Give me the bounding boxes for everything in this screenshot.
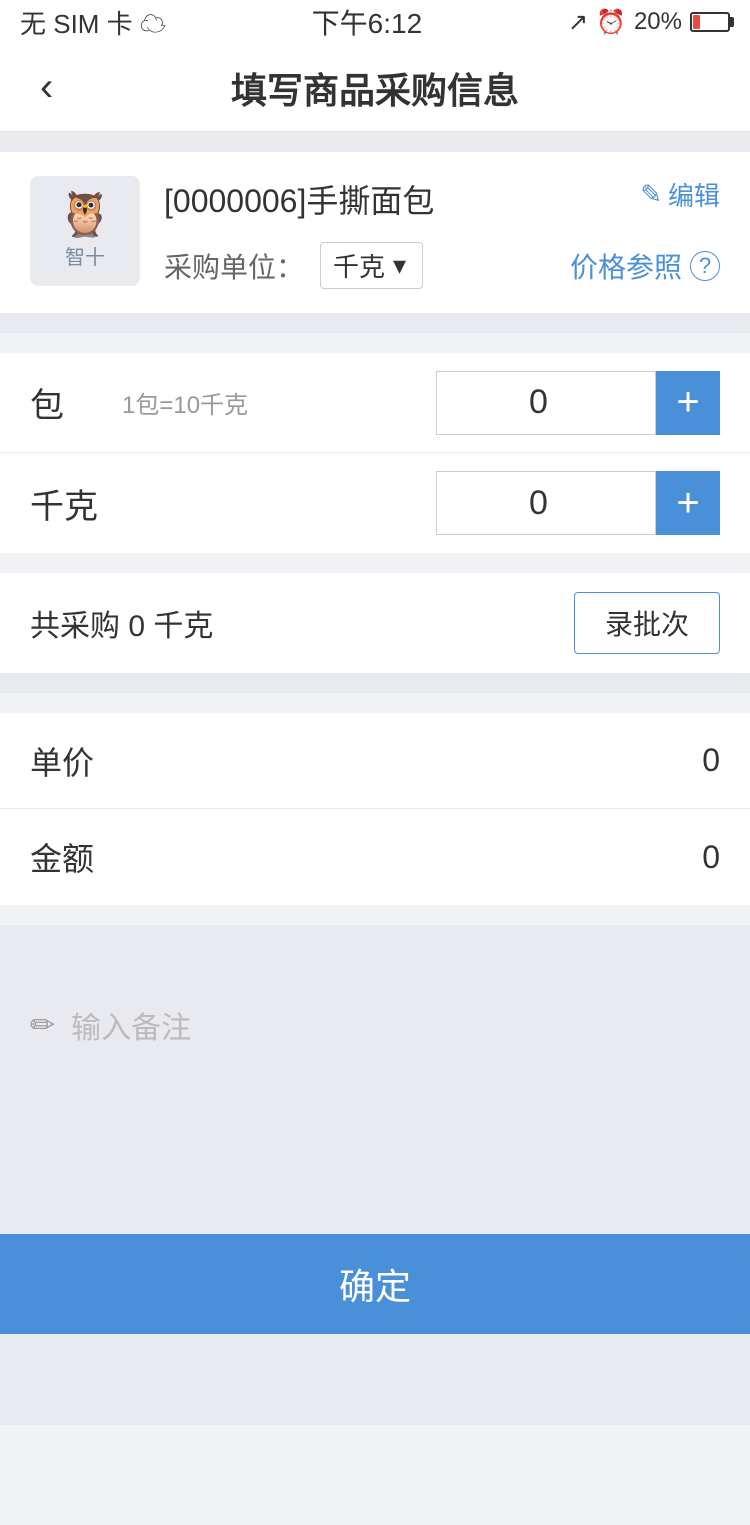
amount-row: 金额 0 <box>0 809 750 905</box>
help-icon: ? <box>690 251 720 281</box>
product-owl-icon: 🦉 <box>58 193 113 237</box>
price-section: 单价 0 金额 0 <box>0 713 750 905</box>
battery-percent: 20% <box>634 8 682 36</box>
quantity-section: 包 1包=10千克 + 千克 + <box>0 353 750 553</box>
bao-input-row: 包 1包=10千克 + <box>0 353 750 453</box>
status-time: 下午6:12 <box>312 2 423 42</box>
edit-button[interactable]: ✎ 编辑 <box>640 176 720 213</box>
bao-sub-label: 1包=10千克 <box>122 385 248 420</box>
mid-divider <box>0 313 750 333</box>
notes-section[interactable]: ✏ 输入备注 <box>0 925 750 1125</box>
record-batch-button[interactable]: 录批次 <box>574 592 720 654</box>
chevron-down-icon: ▾ <box>393 250 406 281</box>
battery-icon <box>690 12 730 32</box>
edit-label: 编辑 <box>668 176 720 213</box>
page-title: 填写商品采购信息 <box>231 62 519 114</box>
bao-quantity-input[interactable] <box>436 371 656 435</box>
product-image: 🦉 智十 <box>30 176 140 286</box>
amount-value: 0 <box>702 839 720 876</box>
status-right: ↗ ⏰ 20% <box>568 8 730 37</box>
unit-dropdown[interactable]: 千克 ▾ <box>320 242 423 289</box>
bao-input-right: + <box>436 371 720 435</box>
back-button[interactable]: ‹ <box>30 55 63 120</box>
summary-text: 共采购 0 千克 <box>30 601 213 645</box>
location-icon: ↗ <box>568 8 588 37</box>
unit-price-label: 单价 <box>30 738 94 784</box>
kg-input-row: 千克 + <box>0 453 750 553</box>
summary-divider <box>0 673 750 693</box>
amount-label: 金额 <box>30 834 94 880</box>
product-name: [0000006]手撕面包 <box>164 176 434 222</box>
summary-section: 共采购 0 千克 录批次 <box>0 573 750 673</box>
kg-plus-button[interactable]: + <box>656 471 720 535</box>
purchase-unit-label: 采购单位： <box>164 246 304 286</box>
status-left: 无 SIM 卡 ☁ <box>20 4 166 41</box>
price-ref-label: 价格参照 <box>570 246 682 286</box>
product-info: [0000006]手撕面包 ✎ 编辑 采购单位： 千克 ▾ 价格参照 ? <box>164 176 720 289</box>
product-name-row: [0000006]手撕面包 ✎ 编辑 <box>164 176 720 222</box>
kg-input-right: + <box>436 471 720 535</box>
edit-icon: ✎ <box>640 179 662 210</box>
nav-bar: ‹ 填写商品采购信息 <box>0 44 750 132</box>
alarm-icon: ⏰ <box>596 8 626 37</box>
pencil-icon: ✏ <box>30 1008 55 1043</box>
product-image-label: 智十 <box>65 241 105 270</box>
bao-label: 包 <box>30 378 110 427</box>
summary-row: 共采购 0 千克 录批次 <box>0 573 750 673</box>
kg-quantity-input[interactable] <box>436 471 656 535</box>
confirm-button[interactable]: 确定 <box>0 1234 750 1334</box>
product-section: 🦉 智十 [0000006]手撕面包 ✎ 编辑 采购单位： 千克 ▾ 价格参照 … <box>0 152 750 313</box>
price-ref-button[interactable]: 价格参照 ? <box>570 246 720 286</box>
bao-plus-button[interactable]: + <box>656 371 720 435</box>
unit-price-value: 0 <box>702 742 720 779</box>
sim-label: 无 SIM 卡 ☁ <box>20 4 166 41</box>
top-divider <box>0 132 750 152</box>
status-bar: 无 SIM 卡 ☁ 下午6:12 ↗ ⏰ 20% <box>0 0 750 44</box>
purchase-unit-row: 采购单位： 千克 ▾ 价格参照 ? <box>164 242 720 289</box>
unit-price-row: 单价 0 <box>0 713 750 809</box>
unit-value: 千克 <box>333 247 385 284</box>
notes-placeholder: 输入备注 <box>71 1003 191 1047</box>
kg-label: 千克 <box>30 479 110 528</box>
confirm-label: 确定 <box>339 1258 411 1310</box>
